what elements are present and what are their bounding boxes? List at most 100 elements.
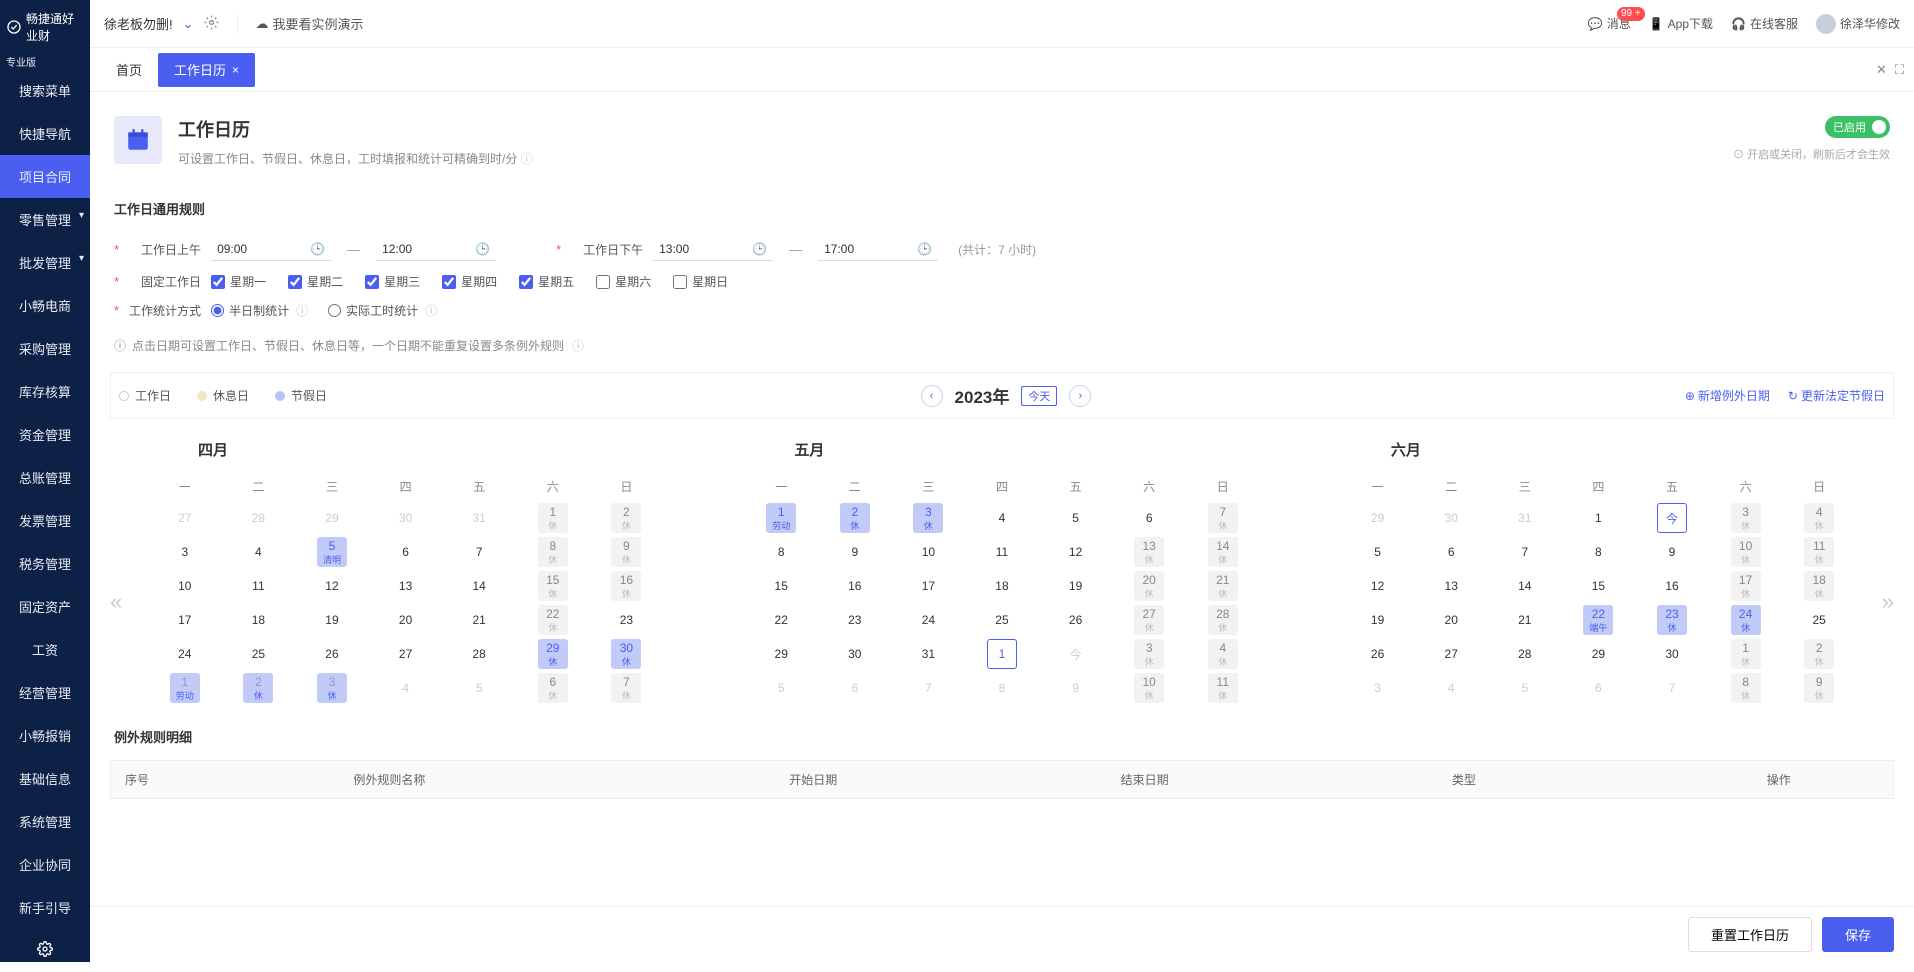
calendar-day[interactable]: 14 — [464, 571, 494, 601]
calendar-day[interactable]: 9 — [1657, 537, 1687, 567]
calendar-day[interactable]: 13 — [1436, 571, 1466, 601]
today-button[interactable]: 今天 — [1021, 386, 1057, 406]
calendar-day[interactable]: 31 — [913, 639, 943, 669]
calendar-day[interactable]: 3休 — [913, 503, 943, 533]
weekday-checkbox-1[interactable]: 星期二 — [288, 273, 343, 290]
calendar-day[interactable]: 21 — [1510, 605, 1540, 635]
fullscreen-icon[interactable]: ⛶ — [1895, 62, 1904, 78]
sidebar-item-9[interactable]: 总账管理 — [0, 456, 90, 499]
calendar-day[interactable]: 28 — [1510, 639, 1540, 669]
calendar-day[interactable]: 6休 — [538, 673, 568, 703]
sidebar-item-7[interactable]: 库存核算 — [0, 370, 90, 413]
close-all-icon[interactable]: ✕ — [1876, 62, 1887, 78]
sidebar-item-12[interactable]: 固定资产 — [0, 585, 90, 628]
calendar-day[interactable]: 11 — [987, 537, 1017, 567]
calendar-day[interactable]: 9休 — [611, 537, 641, 567]
calendar-day[interactable]: 5 — [1363, 537, 1393, 567]
calendar-day[interactable]: 4休 — [1208, 639, 1238, 669]
calendar-day[interactable]: 22休 — [538, 605, 568, 635]
calendar-day[interactable]: 1休 — [538, 503, 568, 533]
calendar-day[interactable]: 5清明 — [317, 537, 347, 567]
calendar-day[interactable]: 14休 — [1208, 537, 1238, 567]
calendar-day[interactable]: 27 — [391, 639, 421, 669]
calendar-day[interactable]: 26 — [1061, 605, 1091, 635]
calendar-day[interactable]: 21休 — [1208, 571, 1238, 601]
calendar-day[interactable]: 18休 — [1804, 571, 1834, 601]
weekday-checkbox-4[interactable]: 星期五 — [519, 273, 574, 290]
help-icon[interactable]: ⓘ — [425, 302, 437, 319]
calendar-day[interactable]: 5 — [1061, 503, 1091, 533]
calendar-day[interactable]: 13休 — [1134, 537, 1164, 567]
save-button[interactable]: 保存 — [1822, 917, 1894, 952]
calendar-day[interactable]: 11休 — [1804, 537, 1834, 567]
calendar-day[interactable]: 27 — [170, 503, 200, 533]
calendar-day[interactable]: 7 — [1657, 673, 1687, 703]
prev-year-button[interactable]: ‹ — [921, 385, 943, 407]
calendar-day[interactable]: 7 — [464, 537, 494, 567]
calendar-day[interactable]: 29 — [1363, 503, 1393, 533]
calendar-day[interactable]: 6 — [391, 537, 421, 567]
calendar-day[interactable]: 4 — [987, 503, 1017, 533]
calendar-day[interactable]: 24休 — [1731, 605, 1761, 635]
help-icon[interactable]: ⓘ — [521, 152, 533, 166]
calendar-day[interactable]: 30 — [391, 503, 421, 533]
calendar-day[interactable]: 1 — [987, 639, 1017, 669]
user-menu[interactable]: 徐泽华修改 — [1816, 14, 1900, 34]
calendar-day[interactable]: 27休 — [1134, 605, 1164, 635]
calendar-day[interactable]: 7休 — [1208, 503, 1238, 533]
tab-work-calendar[interactable]: 工作日历 × — [158, 53, 255, 87]
calendar-day[interactable]: 20 — [1436, 605, 1466, 635]
calendar-day[interactable]: 8休 — [1731, 673, 1761, 703]
calendar-day[interactable]: 10休 — [1134, 673, 1164, 703]
calendar-day[interactable]: 今 — [1061, 639, 1091, 669]
calendar-day[interactable]: 10 — [170, 571, 200, 601]
enable-toggle[interactable]: 已启用 — [1825, 116, 1890, 138]
help-icon[interactable]: ⓘ — [296, 302, 308, 319]
calendar-day[interactable]: 25 — [243, 639, 273, 669]
calendar-day[interactable]: 3 — [170, 537, 200, 567]
calendar-day[interactable]: 2休 — [1804, 639, 1834, 669]
calendar-day[interactable]: 20 — [391, 605, 421, 635]
calendar-day[interactable]: 10休 — [1731, 537, 1761, 567]
add-exception-link[interactable]: ⊕新增例外日期 — [1685, 387, 1770, 404]
sidebar-item-13[interactable]: 工资 — [0, 628, 90, 671]
calendar-day[interactable]: 5 — [464, 673, 494, 703]
calendar-day[interactable]: 17休 — [1731, 571, 1761, 601]
prev-month-button[interactable]: « — [110, 589, 122, 615]
calendar-day[interactable]: 30 — [1657, 639, 1687, 669]
calendar-day[interactable]: 18 — [987, 571, 1017, 601]
weekday-checkbox-0[interactable]: 星期一 — [211, 273, 266, 290]
actual-hours-radio[interactable]: 实际工时统计ⓘ — [328, 302, 437, 319]
calendar-day[interactable]: 28 — [464, 639, 494, 669]
calendar-day[interactable]: 2休 — [611, 503, 641, 533]
update-holiday-link[interactable]: ↻更新法定节假日 — [1788, 387, 1885, 404]
calendar-day[interactable]: 28 — [243, 503, 273, 533]
calendar-day[interactable]: 29 — [317, 503, 347, 533]
calendar-day[interactable]: 7 — [913, 673, 943, 703]
sidebar-item-10[interactable]: 发票管理 — [0, 499, 90, 542]
calendar-day[interactable]: 27 — [1436, 639, 1466, 669]
gear-icon[interactable] — [204, 15, 219, 33]
calendar-day[interactable]: 8 — [1583, 537, 1613, 567]
demo-link[interactable]: ☁ 我要看实例演示 — [256, 14, 364, 33]
calendar-day[interactable]: 2休 — [243, 673, 273, 703]
calendar-day[interactable]: 15 — [1583, 571, 1613, 601]
calendar-day[interactable]: 3 — [1363, 673, 1393, 703]
calendar-day[interactable]: 5 — [1510, 673, 1540, 703]
calendar-day[interactable]: 24 — [913, 605, 943, 635]
sidebar-item-19[interactable]: 新手引导 — [0, 886, 90, 929]
calendar-day[interactable]: 19 — [317, 605, 347, 635]
calendar-day[interactable]: 25 — [987, 605, 1017, 635]
calendar-day[interactable]: 2休 — [840, 503, 870, 533]
calendar-day[interactable]: 30 — [840, 639, 870, 669]
calendar-day[interactable]: 8 — [766, 537, 796, 567]
calendar-day[interactable]: 29休 — [538, 639, 568, 669]
calendar-day[interactable]: 30 — [1436, 503, 1466, 533]
calendar-day[interactable]: 22端午 — [1583, 605, 1613, 635]
weekday-checkbox-3[interactable]: 星期四 — [442, 273, 497, 290]
calendar-day[interactable]: 23 — [840, 605, 870, 635]
calendar-day[interactable]: 6 — [840, 673, 870, 703]
calendar-day[interactable]: 3休 — [317, 673, 347, 703]
calendar-day[interactable]: 8 — [987, 673, 1017, 703]
calendar-day[interactable]: 今 — [1657, 503, 1687, 533]
